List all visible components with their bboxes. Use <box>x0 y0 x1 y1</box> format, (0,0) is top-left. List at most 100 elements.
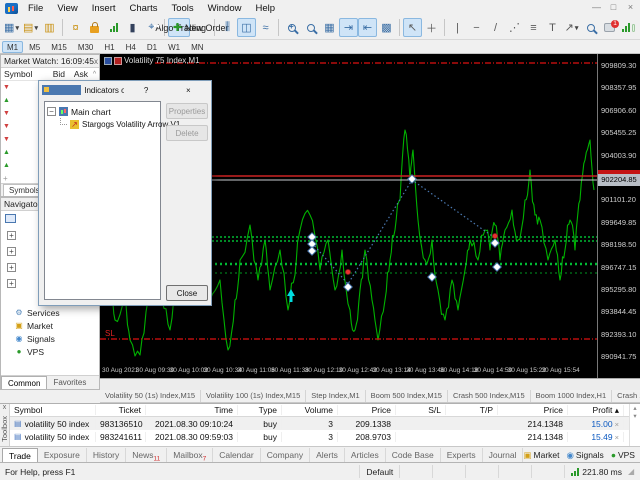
navigator-item-market[interactable]: ▣ Market <box>1 319 99 332</box>
tree-item-main-chart[interactable]: − Main chart <box>47 105 158 118</box>
line-chart-type-button[interactable]: ≈ <box>256 18 275 37</box>
timeframe-m30[interactable]: M30 <box>73 41 99 53</box>
column-price[interactable]: Price <box>498 405 568 415</box>
tree-expand-icon[interactable]: + <box>7 263 16 272</box>
trade-row[interactable]: ▤ volatility 50 index 983241611 2021.08.30 … <box>10 430 629 443</box>
menu-charts[interactable]: Charts <box>123 2 165 15</box>
tree-expand-icon[interactable]: + <box>7 279 16 288</box>
column-ask[interactable]: Ask <box>67 69 90 79</box>
quicklink-signals[interactable]: ◉ Signals <box>567 450 604 461</box>
toolbox-tab-mailbox[interactable]: Mailbox7 <box>167 448 214 463</box>
chart-tab[interactable]: Volatility 100 (1s) Index,M15 <box>201 390 307 402</box>
close-button[interactable]: × <box>623 1 638 13</box>
close-dialog-button[interactable]: Close <box>166 285 208 301</box>
navigator-item-services[interactable]: ⚙ Services <box>1 306 99 319</box>
connection-status[interactable] <box>619 18 638 37</box>
chart-tab[interactable]: Volatility 50 (1s) Index,M15 <box>100 390 202 402</box>
minimize-button[interactable]: — <box>589 1 604 13</box>
status-profile[interactable]: Default <box>359 465 399 478</box>
arrows-tool-button[interactable]: ↗ ▾ <box>562 18 581 37</box>
bar-chart-type-button[interactable]: ⫼ <box>218 18 237 37</box>
close-position-icon[interactable]: × <box>613 420 619 429</box>
toolbox-tab-news[interactable]: News11 <box>126 448 168 463</box>
navigator-item-signals[interactable]: ◉ Signals <box>1 332 99 345</box>
quicklink-vps[interactable]: ● VPS <box>611 450 635 460</box>
zoom-out-button[interactable] <box>301 18 320 37</box>
data-window-button[interactable] <box>85 18 104 37</box>
collapse-icon[interactable]: − <box>47 107 56 116</box>
vertical-line-button[interactable]: | <box>448 18 467 37</box>
column-volume[interactable]: Volume <box>282 405 338 415</box>
zoom-in-button[interactable]: + <box>282 18 301 37</box>
column-s-l[interactable]: S/L <box>396 405 446 415</box>
new-order-button[interactable]: ✚ New Order <box>173 18 229 37</box>
toolbox-tab-trade[interactable]: Trade <box>2 448 38 462</box>
timeframe-w1[interactable]: W1 <box>163 41 185 53</box>
auto-scroll-button[interactable]: ⇥ <box>339 18 358 37</box>
column-time[interactable]: Time <box>146 405 238 415</box>
trade-row[interactable]: ▤ volatility 50 index 983136510 2021.08.30 … <box>10 417 629 430</box>
menu-window[interactable]: Window <box>201 2 249 15</box>
dialog-help-button[interactable]: ? <box>127 84 166 97</box>
chart-tab[interactable]: Crash 1000 Index,M5 <box>612 390 640 402</box>
toolbox-tab-code-base[interactable]: Code Base <box>386 448 441 462</box>
candle-chart-type-button[interactable]: ◫ <box>237 18 256 37</box>
indicator-tree[interactable]: − Main chart ↗ Stargogs Volatility Arrow… <box>44 101 180 300</box>
indicators-button[interactable]: ▩ <box>377 18 396 37</box>
toolbox-tab-experts[interactable]: Experts <box>441 448 483 462</box>
quicklink-market[interactable]: ▣ Market <box>523 450 559 461</box>
toolbox-tab-alerts[interactable]: Alerts <box>310 448 345 462</box>
chart-shift-button[interactable]: ⇤ <box>358 18 377 37</box>
close-position-icon[interactable]: × <box>613 433 619 442</box>
column-symbol[interactable]: Symbol <box>1 69 44 79</box>
scroll-up-icon[interactable]: ^ <box>90 71 99 78</box>
toolbox-tab-company[interactable]: Company <box>261 448 311 462</box>
toolbox-tab-calendar[interactable]: Calendar <box>213 448 261 462</box>
tab-common[interactable]: Common <box>1 376 48 389</box>
restore-button[interactable]: □ <box>606 1 621 13</box>
timeframe-d1[interactable]: D1 <box>142 41 162 53</box>
toolbox-tab-articles[interactable]: Articles <box>345 448 386 462</box>
timeframe-m15[interactable]: M15 <box>46 41 72 53</box>
chart-tab[interactable]: Step Index,M1 <box>306 390 366 402</box>
resize-grip[interactable]: ◢ <box>628 467 640 476</box>
delete-button[interactable]: Delete <box>166 125 208 141</box>
dialog-close-button[interactable]: × <box>169 84 208 97</box>
cursor-button[interactable]: ↖ <box>403 18 422 37</box>
search-button[interactable] <box>581 18 600 37</box>
market-watch-button[interactable]: ¤ <box>66 18 85 37</box>
horizontal-scrollbar[interactable] <box>100 378 640 390</box>
text-tool-button[interactable]: T <box>543 18 562 37</box>
timeframe-m5[interactable]: M5 <box>24 41 45 53</box>
horizontal-line-button[interactable]: − <box>467 18 486 37</box>
dialog-title-bar[interactable]: Indicators on Volatility 75 Index,M1 ? × <box>39 81 211 99</box>
toolbox-tab-journal[interactable]: Journal <box>483 448 524 462</box>
scroll-down-icon[interactable]: ▾ <box>633 413 636 420</box>
properties-button[interactable]: Properties <box>166 103 208 119</box>
channel-button[interactable]: ≡ <box>524 18 543 37</box>
timeframe-h1[interactable]: H1 <box>99 41 119 53</box>
price-axis[interactable]: 902204.85 909809.30 908357.95 906906.60 905… <box>597 54 640 378</box>
tree-expand-icon[interactable]: + <box>7 247 16 256</box>
menu-tools[interactable]: Tools <box>164 2 200 15</box>
navigator-button[interactable] <box>104 18 123 37</box>
column-t-p[interactable]: T/P <box>446 405 498 415</box>
tab-favorites[interactable]: Favorites <box>47 376 92 389</box>
menu-insert[interactable]: Insert <box>85 2 123 15</box>
column-type[interactable]: Type <box>238 405 282 415</box>
timeframe-h4[interactable]: H4 <box>121 41 141 53</box>
column-profit[interactable]: Profit ▴ <box>568 404 624 416</box>
scroll-up-icon[interactable]: ▴ <box>633 405 636 412</box>
chart-tab[interactable]: Crash 500 Index,M15 <box>448 390 531 402</box>
column-bid[interactable]: Bid <box>44 69 67 79</box>
crosshair-button[interactable]: ＋ <box>422 18 441 37</box>
menu-view[interactable]: View <box>50 2 84 15</box>
new-chart-button[interactable]: ▦ ▾ <box>2 18 21 37</box>
toolbox-button[interactable]: ▮ <box>123 18 142 37</box>
column-price[interactable]: Price <box>338 405 396 415</box>
tree-item-indicator[interactable]: ↗ Stargogs Volatility Arrow V1 <box>47 118 180 131</box>
toolbox-tab-exposure[interactable]: Exposure <box>38 448 87 462</box>
account-icon[interactable] <box>5 214 16 223</box>
column-symbol[interactable]: Symbol <box>10 405 96 415</box>
tree-expand-icon[interactable]: + <box>7 231 16 240</box>
